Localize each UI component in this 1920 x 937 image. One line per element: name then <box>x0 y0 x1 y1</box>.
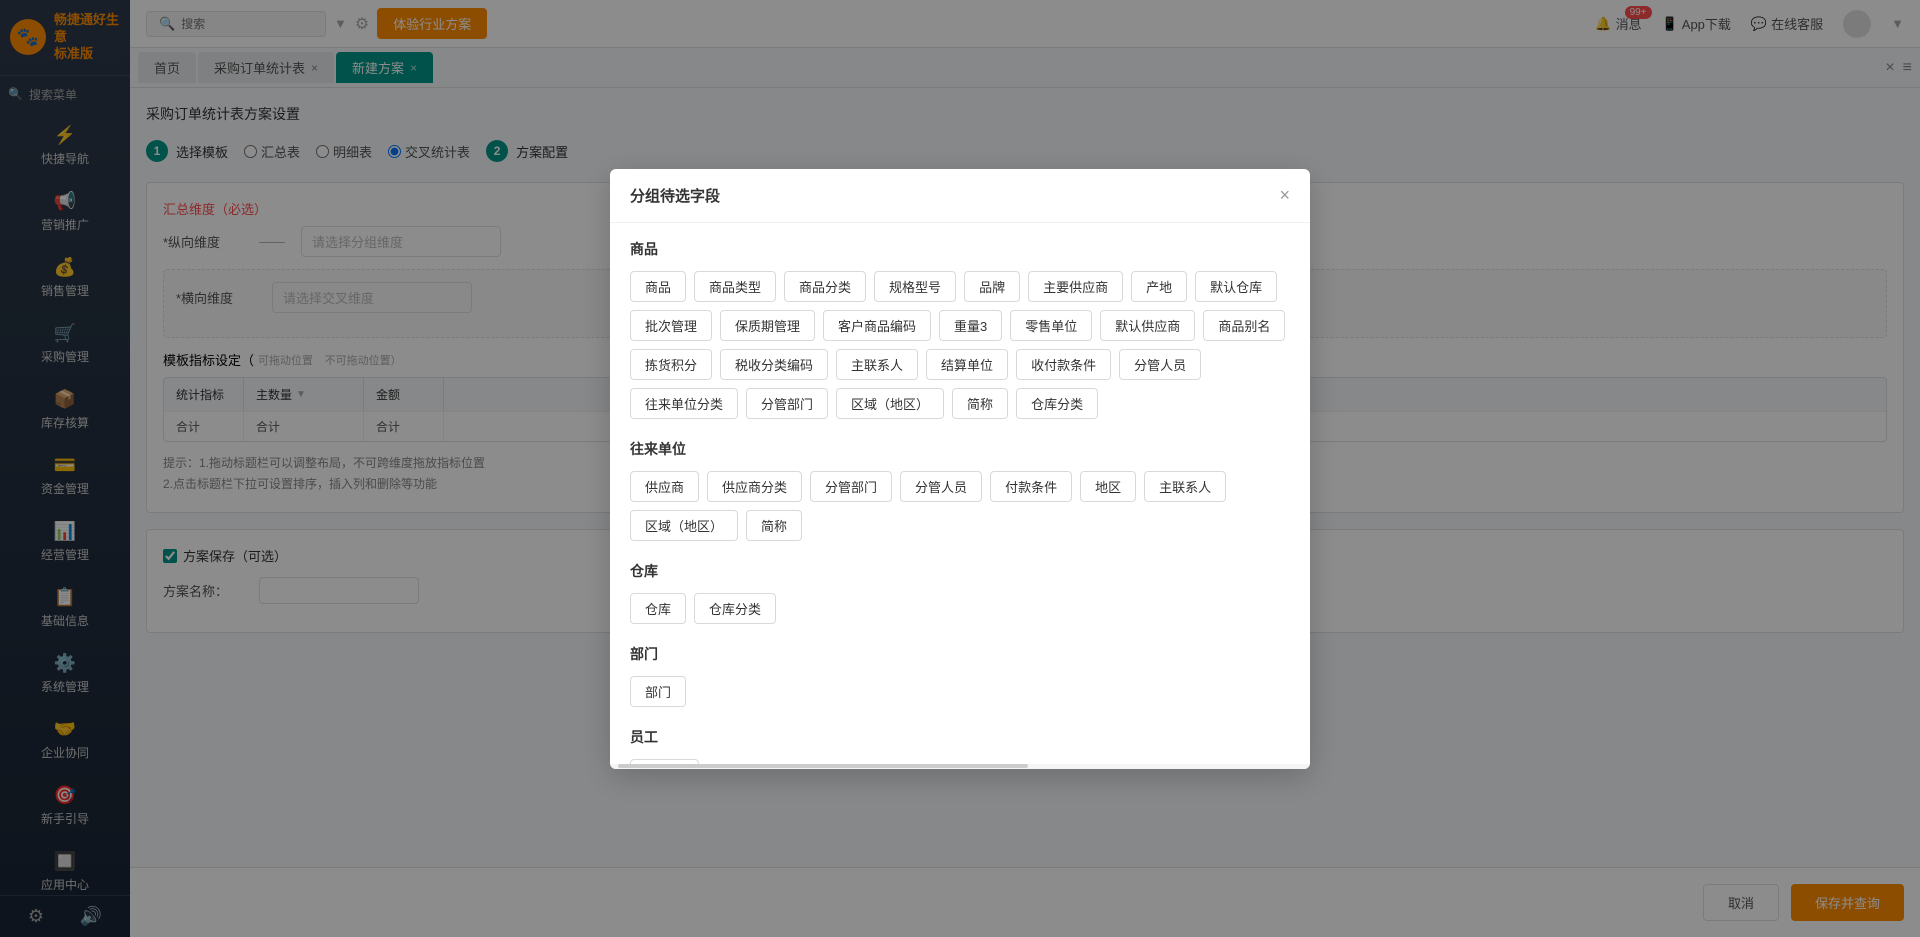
field-chip-区域（地区）[interactable]: 区域（地区） <box>630 510 738 541</box>
field-chip-商品类型[interactable]: 商品类型 <box>694 271 776 302</box>
field-chip-商品分类[interactable]: 商品分类 <box>784 271 866 302</box>
field-chip-仓库分类[interactable]: 仓库分类 <box>1016 388 1098 419</box>
modal-dialog: 分组待选字段 × 商品商品商品类型商品分类规格型号品牌主要供应商产地默认仓库批次… <box>610 169 1310 769</box>
field-chip-分管人员[interactable]: 分管人员 <box>1119 349 1201 380</box>
field-chip-商品[interactable]: 商品 <box>630 271 686 302</box>
field-chip-保质期管理[interactable]: 保质期管理 <box>720 310 815 341</box>
field-chip-往来单位分类[interactable]: 往来单位分类 <box>630 388 738 419</box>
field-chip-批次管理[interactable]: 批次管理 <box>630 310 712 341</box>
modal-section-partner: 往来单位供应商供应商分类分管部门分管人员付款条件地区主联系人区域（地区） 简称 <box>630 439 1290 541</box>
field-chip-付款条件[interactable]: 付款条件 <box>990 471 1072 502</box>
modal-close-btn[interactable]: × <box>1279 186 1290 204</box>
field-chip-零售单位[interactable]: 零售单位 <box>1010 310 1092 341</box>
modal-section-employee: 员工业务员 <box>630 727 1290 764</box>
field-chip-仓库分类[interactable]: 仓库分类 <box>694 593 776 624</box>
section-title-employee: 员工 <box>630 727 1290 747</box>
field-chip-客户商品编码[interactable]: 客户商品编码 <box>823 310 931 341</box>
field-chip-供应商分类[interactable]: 供应商分类 <box>707 471 802 502</box>
field-chip-品牌[interactable]: 品牌 <box>964 271 1020 302</box>
field-chip-分管部门[interactable]: 分管部门 <box>746 388 828 419</box>
modal-scrollbar-bottom <box>610 764 1310 769</box>
horizontal-scrollbar-thumb[interactable] <box>618 764 1028 768</box>
modal-header: 分组待选字段 × <box>610 169 1310 223</box>
field-chip-税收分类编码[interactable]: 税收分类编码 <box>720 349 828 380</box>
field-chip-简称[interactable]: 简称 <box>952 388 1008 419</box>
field-chip-地区[interactable]: 地区 <box>1080 471 1136 502</box>
field-chip-仓库[interactable]: 仓库 <box>630 593 686 624</box>
field-chip-主联系人[interactable]: 主联系人 <box>1144 471 1226 502</box>
field-chip-分管人员[interactable]: 分管人员 <box>900 471 982 502</box>
field-grid-department: 部门 <box>630 676 1290 707</box>
modal-section-department: 部门部门 <box>630 644 1290 707</box>
field-chip-商品别名[interactable]: 商品别名 <box>1203 310 1285 341</box>
field-chip-主联系人[interactable]: 主联系人 <box>836 349 918 380</box>
field-chip-简称[interactable]: 简称 <box>746 510 802 541</box>
field-chip-主要供应商[interactable]: 主要供应商 <box>1028 271 1123 302</box>
modal-section-goods: 商品商品商品类型商品分类规格型号品牌主要供应商产地默认仓库批次管理保质期管理客户… <box>630 239 1290 419</box>
field-chip-供应商[interactable]: 供应商 <box>630 471 699 502</box>
field-chip-拣货积分[interactable]: 拣货积分 <box>630 349 712 380</box>
field-chip-收付款条件[interactable]: 收付款条件 <box>1016 349 1111 380</box>
section-title-partner: 往来单位 <box>630 439 1290 459</box>
modal-section-warehouse: 仓库仓库仓库分类 <box>630 561 1290 624</box>
field-grid-warehouse: 仓库仓库分类 <box>630 593 1290 624</box>
field-chip-默认仓库[interactable]: 默认仓库 <box>1195 271 1277 302</box>
field-chip-区域（地区）[interactable]: 区域（地区） <box>836 388 944 419</box>
field-grid-goods: 商品商品类型商品分类规格型号品牌主要供应商产地默认仓库批次管理保质期管理客户商品… <box>630 271 1290 419</box>
section-title-goods: 商品 <box>630 239 1290 259</box>
modal-title: 分组待选字段 <box>630 185 720 206</box>
field-chip-规格型号[interactable]: 规格型号 <box>874 271 956 302</box>
field-chip-分管部门[interactable]: 分管部门 <box>810 471 892 502</box>
field-grid-partner: 供应商供应商分类分管部门分管人员付款条件地区主联系人区域（地区） 简称 <box>630 471 1290 541</box>
section-title-department: 部门 <box>630 644 1290 664</box>
field-chip-默认供应商[interactable]: 默认供应商 <box>1100 310 1195 341</box>
field-chip-产地[interactable]: 产地 <box>1131 271 1187 302</box>
section-title-warehouse: 仓库 <box>630 561 1290 581</box>
field-chip-部门[interactable]: 部门 <box>630 676 686 707</box>
field-chip-重量3[interactable]: 重量3 <box>939 310 1002 341</box>
field-chip-结算单位[interactable]: 结算单位 <box>926 349 1008 380</box>
modal-body: 商品商品商品类型商品分类规格型号品牌主要供应商产地默认仓库批次管理保质期管理客户… <box>610 223 1310 764</box>
modal-overlay: 分组待选字段 × 商品商品商品类型商品分类规格型号品牌主要供应商产地默认仓库批次… <box>0 0 1920 937</box>
